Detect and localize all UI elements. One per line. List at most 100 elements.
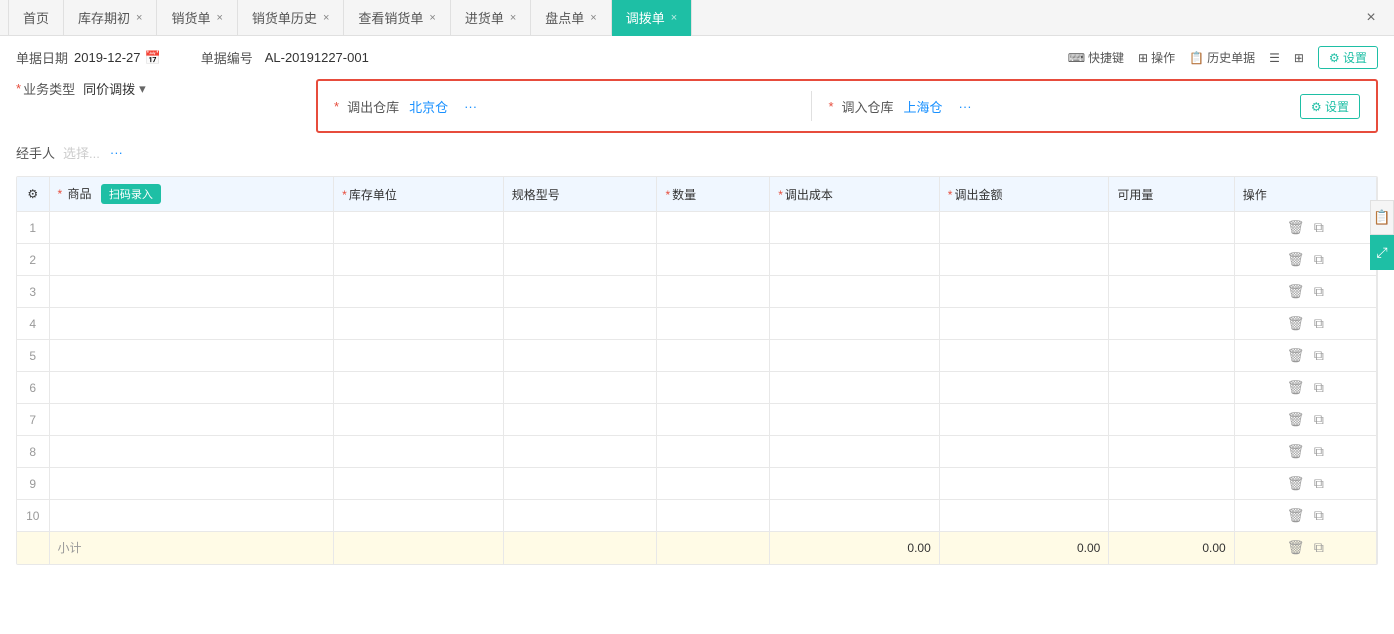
available-cell[interactable] — [1109, 372, 1234, 404]
close-tab-sales-history[interactable]: × — [323, 12, 329, 24]
available-cell[interactable] — [1109, 468, 1234, 500]
out-warehouse-more[interactable]: ··· — [464, 99, 477, 114]
spec-cell[interactable] — [503, 212, 657, 244]
qty-cell[interactable] — [657, 372, 770, 404]
close-tab-view-sales[interactable]: × — [429, 12, 435, 24]
copy-row-icon[interactable]: ⧉ — [1314, 251, 1324, 267]
copy-row-icon[interactable]: ⧉ — [1314, 507, 1324, 523]
spec-cell[interactable] — [503, 500, 657, 532]
unit-cell[interactable] — [334, 372, 504, 404]
cost-cell[interactable] — [770, 500, 940, 532]
delete-row-icon[interactable]: 🗑 — [1287, 347, 1305, 363]
delete-row-icon[interactable]: 🗑 — [1287, 443, 1305, 459]
spec-cell[interactable] — [503, 372, 657, 404]
tab-purchase-order[interactable]: 进货单 × — [451, 0, 531, 36]
goods-cell[interactable] — [49, 340, 334, 372]
unit-cell[interactable] — [334, 468, 504, 500]
delete-row-icon[interactable]: 🗑 — [1287, 315, 1305, 331]
qty-cell[interactable] — [657, 212, 770, 244]
handler-value[interactable]: 选择... — [63, 143, 100, 162]
qty-cell[interactable] — [657, 244, 770, 276]
unit-cell[interactable] — [334, 308, 504, 340]
cost-cell[interactable] — [770, 404, 940, 436]
close-tab-transfer-order[interactable]: × — [671, 12, 677, 24]
amount-cell[interactable] — [939, 436, 1109, 468]
goods-cell[interactable] — [49, 308, 334, 340]
spec-cell[interactable] — [503, 308, 657, 340]
copy-row-icon[interactable]: ⧉ — [1314, 443, 1324, 459]
available-cell[interactable] — [1109, 436, 1234, 468]
close-tab-purchase-order[interactable]: × — [510, 12, 516, 24]
qty-cell[interactable] — [657, 468, 770, 500]
spec-cell[interactable] — [503, 468, 657, 500]
tab-inventory-check[interactable]: 盘点单 × — [531, 0, 611, 36]
copy-row-icon[interactable]: ⧉ — [1314, 283, 1324, 299]
history-btn[interactable]: 📋 历史单据 — [1189, 49, 1255, 66]
qty-cell[interactable] — [657, 404, 770, 436]
shortcut-btn[interactable]: ⌨ 快捷键 — [1068, 49, 1124, 66]
unit-cell[interactable] — [334, 500, 504, 532]
cost-cell[interactable] — [770, 276, 940, 308]
available-cell[interactable] — [1109, 404, 1234, 436]
copy-row-icon[interactable]: ⧉ — [1314, 475, 1324, 491]
close-tab-inventory-init[interactable]: × — [136, 12, 142, 24]
cost-cell[interactable] — [770, 340, 940, 372]
qty-cell[interactable] — [657, 308, 770, 340]
tab-view-sales[interactable]: 查看销货单 × — [344, 0, 450, 36]
unit-cell[interactable] — [334, 340, 504, 372]
copy-row-icon[interactable]: ⧉ — [1314, 411, 1324, 427]
qty-cell[interactable] — [657, 340, 770, 372]
copy-row-icon[interactable]: ⧉ — [1314, 315, 1324, 331]
delete-row-icon[interactable]: 🗑 — [1287, 219, 1305, 235]
unit-cell[interactable] — [334, 276, 504, 308]
available-cell[interactable] — [1109, 308, 1234, 340]
qty-cell[interactable] — [657, 436, 770, 468]
operations-btn[interactable]: ⊞ 操作 — [1138, 49, 1175, 66]
handler-more[interactable]: ··· — [110, 145, 123, 160]
goods-cell[interactable] — [49, 276, 334, 308]
goods-cell[interactable] — [49, 500, 334, 532]
scan-input-button[interactable]: 扫码录入 — [101, 184, 161, 204]
sidebar-expand-icon[interactable]: ⤢ — [1370, 235, 1394, 270]
settings-button[interactable]: ⚙ 设置 — [1318, 46, 1378, 69]
goods-cell[interactable] — [49, 372, 334, 404]
amount-cell[interactable] — [939, 372, 1109, 404]
available-cell[interactable] — [1109, 340, 1234, 372]
tab-transfer-order[interactable]: 调拨单 × — [612, 0, 692, 36]
delete-row-icon[interactable]: 🗑 — [1287, 411, 1305, 427]
amount-cell[interactable] — [939, 404, 1109, 436]
unit-cell[interactable] — [334, 212, 504, 244]
tab-sales-history[interactable]: 销货单历史 × — [238, 0, 344, 36]
goods-cell[interactable] — [49, 436, 334, 468]
copy-row-icon[interactable]: ⧉ — [1314, 347, 1324, 363]
unit-cell[interactable] — [334, 404, 504, 436]
in-warehouse-more[interactable]: ··· — [959, 99, 972, 114]
available-cell[interactable] — [1109, 244, 1234, 276]
close-tab-inventory-check[interactable]: × — [590, 12, 596, 24]
delete-row-icon[interactable]: 🗑 — [1287, 251, 1305, 267]
cost-cell[interactable] — [770, 212, 940, 244]
sidebar-doc-icon[interactable]: 📋 — [1370, 200, 1394, 235]
goods-cell[interactable] — [49, 212, 334, 244]
amount-cell[interactable] — [939, 276, 1109, 308]
goods-cell[interactable] — [49, 468, 334, 500]
available-cell[interactable] — [1109, 212, 1234, 244]
unit-cell[interactable] — [334, 436, 504, 468]
copy-row-icon[interactable]: ⧉ — [1314, 379, 1324, 395]
goods-cell[interactable] — [49, 244, 334, 276]
close-all-tabs[interactable]: × — [1356, 3, 1386, 33]
settings-col-header[interactable]: ⚙ — [17, 177, 49, 212]
cost-cell[interactable] — [770, 436, 940, 468]
copy-row-icon[interactable]: ⧉ — [1314, 219, 1324, 235]
spec-cell[interactable] — [503, 404, 657, 436]
delete-icon[interactable]: 🗑 — [1287, 539, 1305, 555]
amount-cell[interactable] — [939, 468, 1109, 500]
tab-sales-order[interactable]: 销货单 × — [157, 0, 237, 36]
view-toggle-list[interactable]: ☰ — [1269, 51, 1280, 65]
available-cell[interactable] — [1109, 276, 1234, 308]
copy-icon[interactable]: ⧉ — [1314, 539, 1324, 555]
delete-row-icon[interactable]: 🗑 — [1287, 475, 1305, 491]
spec-cell[interactable] — [503, 244, 657, 276]
close-tab-sales-order[interactable]: × — [216, 12, 222, 24]
goods-cell[interactable] — [49, 404, 334, 436]
